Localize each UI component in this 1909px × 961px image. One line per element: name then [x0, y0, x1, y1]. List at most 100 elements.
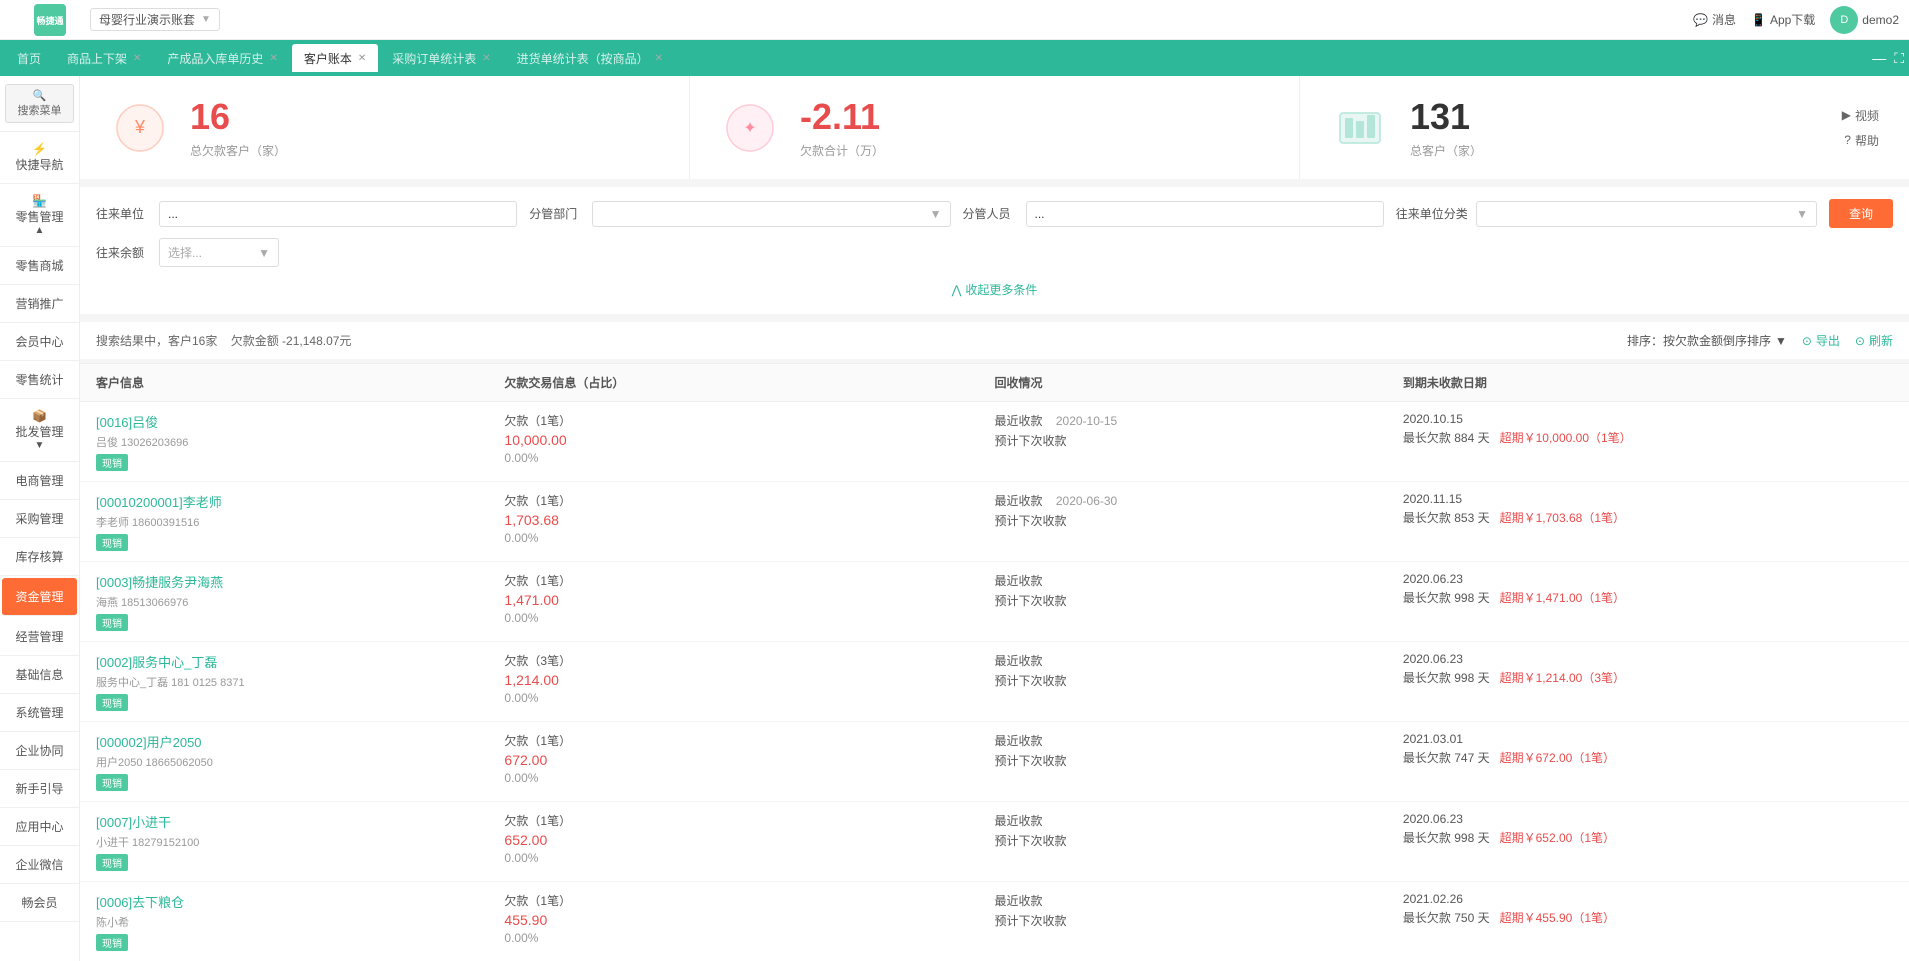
recovery-info-5: 最近收款 预计下次收款	[995, 812, 1403, 852]
overdue-link-1[interactable]: 超期￥1,703.68（1笔）	[1500, 511, 1625, 525]
sidebar-item-retail-mall[interactable]: 零售商城	[0, 247, 79, 285]
debt-info-5: 欠款（1笔） 652.00 0.00%	[504, 812, 994, 865]
overdue-link-4[interactable]: 超期￥672.00（1笔）	[1500, 751, 1615, 765]
top-bar: 畅捷通 母婴行业演示账套 ▼ 💬 消息 📱 App下载 D demo2	[0, 0, 1909, 40]
stat-label-total-debt: 欠款合计（万）	[800, 142, 884, 159]
tab-purchase-stats[interactable]: 进货单统计表（按商品） ✕	[505, 44, 675, 72]
refresh-btn[interactable]: ⊙ 刷新	[1855, 332, 1893, 349]
sidebar-item-batch-mgmt[interactable]: 📦 批发管理 ▼	[0, 399, 79, 462]
customer-name-4[interactable]: [000002]用户2050	[96, 732, 504, 751]
results-bar: 搜索结果中，客户16家 欠款金额 -21,148.07元 排序：按欠款金额倒序排…	[80, 322, 1909, 359]
due-date-2: 2020.06.23	[1403, 572, 1893, 586]
stat-value-debt-customers: 16	[190, 96, 286, 138]
customer-name-3[interactable]: [0002]服务中心_丁磊	[96, 652, 504, 671]
filter-from-unit: 往来单位 ...	[96, 201, 517, 227]
overdue-info-5: 最长欠款 998 天 超期￥652.00（1笔）	[1403, 829, 1893, 846]
overdue-link-3[interactable]: 超期￥1,214.00（3笔）	[1500, 671, 1625, 685]
tab-product-history[interactable]: 产成品入库单历史 ✕	[155, 44, 289, 72]
customer-name-5[interactable]: [0007]小进干	[96, 812, 504, 831]
due-date-3: 2020.06.23	[1403, 652, 1893, 666]
recovery-info-6: 最近收款 预计下次收款	[995, 892, 1403, 932]
minimize-btn[interactable]: —	[1872, 50, 1886, 67]
debt-amount-4[interactable]: 672.00	[504, 752, 994, 768]
overdue-link-2[interactable]: 超期￥1,471.00（1笔）	[1500, 591, 1625, 605]
sidebar-item-purchase[interactable]: 采购管理	[0, 500, 79, 538]
total-debt-icon: ✦	[720, 98, 780, 158]
help-btn[interactable]: ? 帮助	[1844, 132, 1879, 149]
tab-close-product-history[interactable]: ✕	[269, 53, 277, 64]
stat-card-total-customers: 131 总客户（家） ▶ 视频 ? 帮助	[1300, 76, 1909, 179]
sidebar-item-member[interactable]: 会员中心	[0, 323, 79, 361]
due-date-4: 2021.03.01	[1403, 732, 1893, 746]
debt-amount-0[interactable]: 10,000.00	[504, 432, 994, 448]
sort-select[interactable]: 排序：按欠款金额倒序排序 ▼	[1627, 332, 1787, 349]
sidebar-item-new-guide[interactable]: 新手引导	[0, 770, 79, 808]
debt-amount-2[interactable]: 1,471.00	[504, 592, 994, 608]
from-unit-input[interactable]: ...	[159, 201, 517, 227]
sidebar-item-retail-mgmt[interactable]: 🏪 零售管理 ▲	[0, 184, 79, 247]
customer-name-2[interactable]: [0003]畅捷服务尹海燕	[96, 572, 504, 591]
sidebar-item-basic-info[interactable]: 基础信息	[0, 656, 79, 694]
sidebar-item-business[interactable]: 经营管理	[0, 618, 79, 656]
debt-amount-6[interactable]: 455.90	[504, 912, 994, 928]
next-payment-3: 预计下次收款	[995, 672, 1403, 689]
sidebar-item-ecommerce[interactable]: 电商管理	[0, 462, 79, 500]
overdue-info-6: 最长欠款 750 天 超期￥455.90（1笔）	[1403, 909, 1893, 926]
debt-info-3: 欠款（3笔） 1,214.00 0.00%	[504, 652, 994, 705]
date-info-4: 2021.03.01 最长欠款 747 天 超期￥672.00（1笔）	[1403, 732, 1893, 769]
debt-amount-3[interactable]: 1,214.00	[504, 672, 994, 688]
sidebar-item-marketing[interactable]: 营销推广	[0, 285, 79, 323]
video-btn[interactable]: ▶ 视频	[1842, 107, 1879, 124]
customer-tag-3: 现销	[96, 694, 128, 711]
debt-percent-6: 0.00%	[504, 931, 994, 945]
collapse-btn[interactable]: ⋀ 收起更多条件	[948, 277, 1042, 302]
export-btn[interactable]: ⊙ 导出	[1802, 332, 1840, 349]
query-btn[interactable]: 查询	[1829, 199, 1893, 228]
sidebar-item-enterprise-coop[interactable]: 企业协同	[0, 732, 79, 770]
overdue-link-6[interactable]: 超期￥455.90（1笔）	[1500, 911, 1615, 925]
sidebar-item-quick-nav[interactable]: ⚡ 快捷导航	[0, 132, 79, 184]
sidebar-item-capital[interactable]: 资金管理	[2, 578, 77, 616]
debt-percent-5: 0.00%	[504, 851, 994, 865]
next-payment-0: 预计下次收款	[995, 432, 1403, 449]
maximize-btn[interactable]: ⛶	[1894, 50, 1904, 67]
company-selector[interactable]: 母婴行业演示账套 ▼	[90, 8, 220, 31]
debt-amount-5[interactable]: 652.00	[504, 832, 994, 848]
sidebar-item-system[interactable]: 系统管理	[0, 694, 79, 732]
customer-info-5: [0007]小进干 小进干 18279152100 现销	[96, 812, 504, 871]
last-payment-2: 最近收款	[995, 572, 1403, 589]
app-download-btn[interactable]: 📱 App下载	[1751, 11, 1815, 28]
due-date-1: 2020.11.15	[1403, 492, 1893, 506]
tab-close-product-offline[interactable]: ✕	[133, 53, 141, 64]
tab-close-purchase-stats[interactable]: ✕	[655, 53, 663, 64]
sidebar-item-app-center[interactable]: 应用中心	[0, 808, 79, 846]
sidebar-item-inventory[interactable]: 库存核算	[0, 538, 79, 576]
message-btn[interactable]: 💬 消息	[1693, 11, 1736, 28]
person-input[interactable]: ...	[1026, 201, 1384, 227]
debt-count-1: 欠款（1笔）	[504, 492, 994, 509]
user-area[interactable]: D demo2	[1830, 6, 1899, 34]
unit-category-input[interactable]: ▼	[1476, 201, 1817, 227]
sidebar-item-retail-stats[interactable]: 零售统计	[0, 361, 79, 399]
date-info-0: 2020.10.15 最长欠款 884 天 超期￥10,000.00（1笔）	[1403, 412, 1893, 449]
tab-customer-account[interactable]: 客户账本 ✕	[292, 44, 378, 72]
overdue-link-5[interactable]: 超期￥652.00（1笔）	[1500, 831, 1615, 845]
dept-input[interactable]: ▼	[592, 201, 950, 227]
sidebar-item-enterprise-wechat[interactable]: 企业微信	[0, 846, 79, 884]
overdue-link-0[interactable]: 超期￥10,000.00（1笔）	[1500, 431, 1632, 445]
sidebar-item-vip[interactable]: 畅会员	[0, 884, 79, 922]
tab-close-purchase-order[interactable]: ✕	[482, 53, 490, 64]
customer-name-0[interactable]: [0016]吕俊	[96, 412, 504, 431]
tab-product-offline[interactable]: 商品上下架 ✕	[55, 44, 153, 72]
tab-close-customer-account[interactable]: ✕	[358, 53, 366, 64]
customer-name-6[interactable]: [0006]去下粮仓	[96, 892, 504, 911]
customer-tag-0: 现销	[96, 454, 128, 471]
tab-purchase-order[interactable]: 采购订单统计表 ✕	[380, 44, 502, 72]
debt-amount-1[interactable]: 1,703.68	[504, 512, 994, 528]
search-menu-btn[interactable]: 🔍 搜索菜单	[5, 84, 74, 123]
balance-input[interactable]: 选择... ▼	[159, 238, 279, 267]
table-row: [0006]去下粮仓 陈小希 现销 欠款（1笔） 455.90 0.00% 最近…	[80, 882, 1909, 961]
customer-name-1[interactable]: [00010200001]李老师	[96, 492, 504, 511]
tab-home[interactable]: 首页	[5, 44, 53, 72]
chevron-down-icon-2: ▼	[1796, 207, 1808, 221]
